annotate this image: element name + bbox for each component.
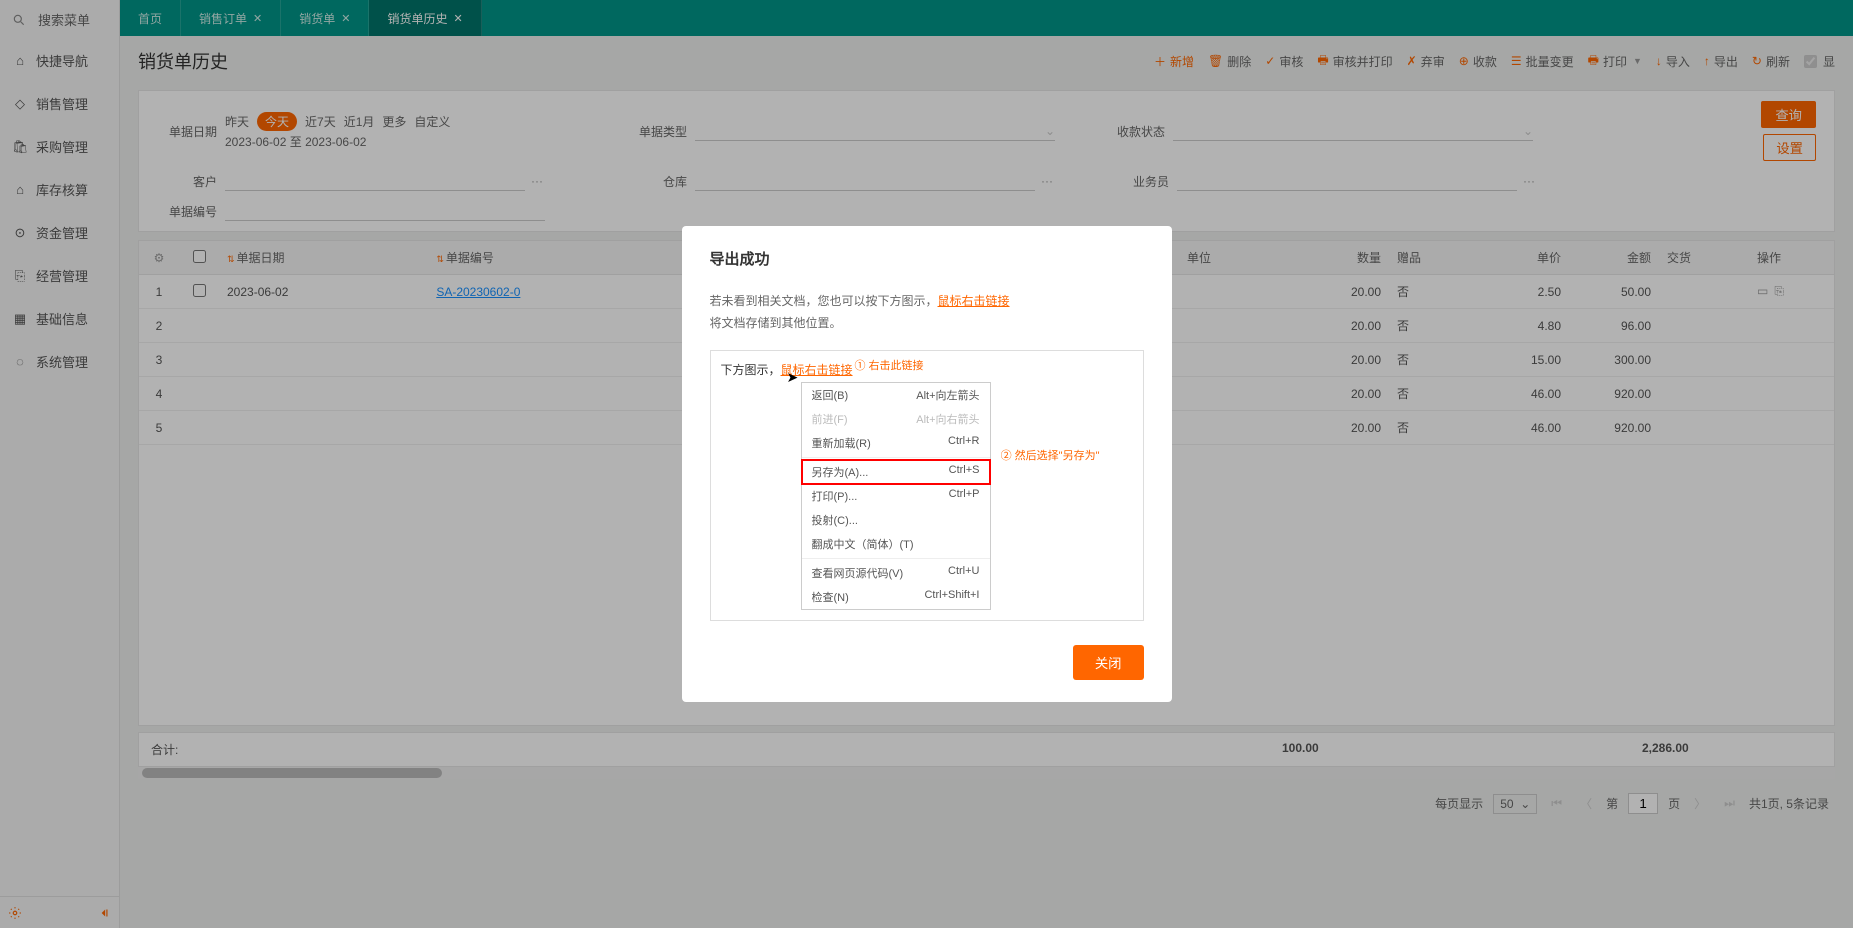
annotation-2: ② 然后选择"另存为" <box>1001 447 1100 463</box>
right-click-link-text[interactable]: 鼠标右击链接 <box>938 294 1010 308</box>
ctx-item: 打印(P)...Ctrl+P <box>802 484 990 508</box>
ctx-item: 返回(B)Alt+向左箭头 <box>802 383 990 407</box>
ctx-item: 查看网页源代码(V)Ctrl+U <box>802 561 990 585</box>
modal-title: 导出成功 <box>710 248 1144 269</box>
cursor-icon: ➤ <box>787 369 799 386</box>
modal-overlay: 导出成功 若未看到相关文档，您也可以按下方图示，鼠标右击链接 将文档存储到其他位… <box>0 0 1853 928</box>
annotation-1: ① 右击此链接 <box>855 357 924 373</box>
ctx-item: 另存为(A)...Ctrl+S <box>802 460 990 484</box>
context-menu-illustration: ② 然后选择"另存为" 返回(B)Alt+向左箭头前进(F)Alt+向右箭头重新… <box>801 382 991 610</box>
ctx-item: 前进(F)Alt+向右箭头 <box>802 407 990 431</box>
ctx-item: 检查(N)Ctrl+Shift+I <box>802 585 990 609</box>
modal-text: 若未看到相关文档，您也可以按下方图示，鼠标右击链接 将文档存储到其他位置。 <box>710 291 1144 334</box>
ctx-item: 投射(C)... <box>802 508 990 532</box>
export-success-modal: 导出成功 若未看到相关文档，您也可以按下方图示，鼠标右击链接 将文档存储到其他位… <box>682 226 1172 702</box>
close-button[interactable]: 关闭 <box>1073 645 1144 680</box>
ctx-item: 重新加载(R)Ctrl+R <box>802 431 990 455</box>
instruction-illustration: 下方图示，鼠标右击链接 ① 右击此链接 ➤ ② 然后选择"另存为" 返回(B)A… <box>710 350 1144 621</box>
ctx-item: 翻成中文（简体）(T) <box>802 532 990 556</box>
